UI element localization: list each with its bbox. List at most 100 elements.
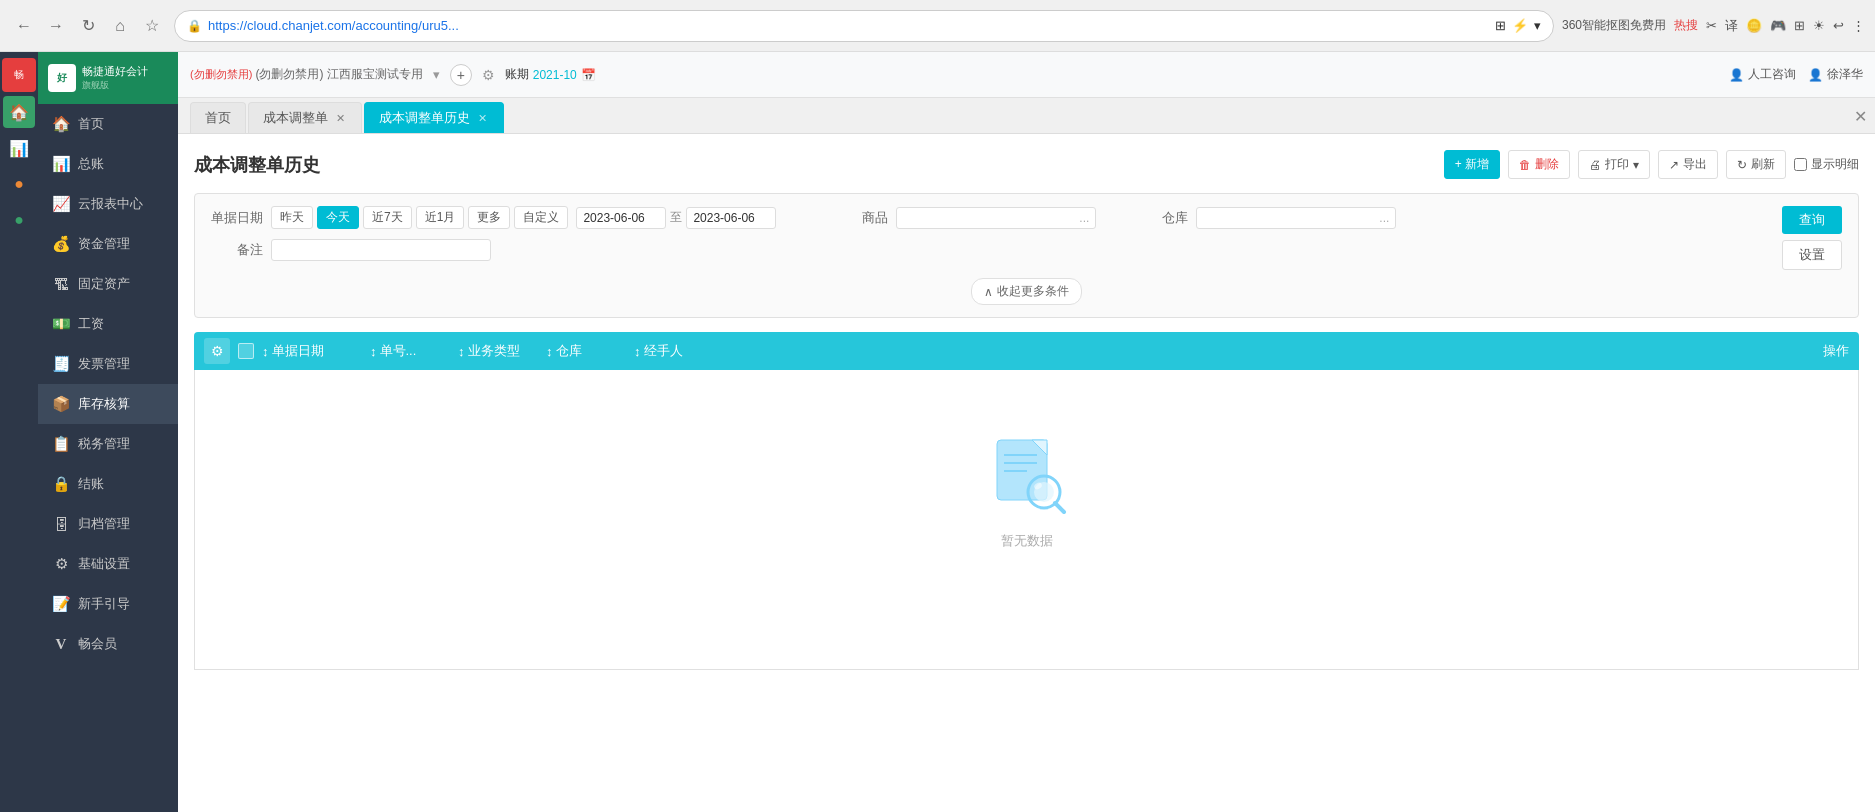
tax-icon: 📋 [52,435,70,453]
tab-cost-adjust[interactable]: 成本调整单 ✕ [248,102,362,133]
sidebar-item-closing[interactable]: 🔒 结账 [38,464,178,504]
table-toolbar: ⚙ ↕ 单据日期 ↕ 单号... ↕ 业务类型 ↕ [194,332,1859,370]
page-area: 成本调整单历史 + 新增 🗑 删除 🖨 打印 ▾ ↗ 导出 [178,134,1875,812]
query-btn[interactable]: 查询 [1782,206,1842,234]
bookmark-button[interactable]: ☆ [138,12,166,40]
undo-icon[interactable]: ↩ [1833,18,1844,33]
col-ops-label: 操作 [1799,342,1849,360]
toolbar-select-all[interactable] [238,343,254,359]
sidebar-item-guide[interactable]: 📝 新手引导 [38,584,178,624]
refresh-btn[interactable]: ↻ 刷新 [1726,150,1786,179]
icon-bar-orange[interactable]: ● [3,168,35,200]
game-icon[interactable]: 🎮 [1770,18,1786,33]
sidebar-label-closing: 结账 [78,475,104,493]
warehouse-dots[interactable]: ... [1379,211,1389,225]
icon-bar-green[interactable]: ● [3,204,35,236]
sidebar-label-inventory: 库存核算 [78,395,130,413]
sidebar-item-inventory[interactable]: 📦 库存核算 [38,384,178,424]
product-select[interactable]: ... [896,207,1096,229]
date-custom-btn[interactable]: 自定义 [514,206,568,229]
home-button[interactable]: ⌂ [106,12,134,40]
icon-bar-home[interactable]: 🏠 [3,96,35,128]
back-button[interactable]: ← [10,12,38,40]
warehouse-select[interactable]: ... [1196,207,1396,229]
closing-icon: 🔒 [52,475,70,493]
col-date-header[interactable]: ↕ 单据日期 [262,342,362,360]
filter-remark-item: 备注 [211,239,491,261]
sidebar-item-payroll[interactable]: 💵 工资 [38,304,178,344]
delete-btn[interactable]: 🗑 删除 [1508,150,1570,179]
new-btn[interactable]: + 新增 [1444,150,1500,179]
icon-bar-logo: 畅 [2,58,36,92]
reload-button[interactable]: ↻ [74,12,102,40]
company-label: (勿删勿禁用) 江西服宝测试专用 [255,67,422,81]
sidebar-label-funds: 资金管理 [78,235,130,253]
grid-icon[interactable]: ⊞ [1794,18,1805,33]
ledger-icon: 📊 [52,155,70,173]
scissors-icon[interactable]: ✂ [1706,18,1717,33]
payroll-icon: 💵 [52,315,70,333]
export-btn[interactable]: ↗ 导出 [1658,150,1718,179]
tab-bar: 首页 成本调整单 ✕ 成本调整单历史 ✕ ✕ [178,98,1875,134]
sidebar-label-settings: 基础设置 [78,555,130,573]
tab-bar-close-btn[interactable]: ✕ [1854,106,1867,125]
sidebar-item-tax[interactable]: 📋 税务管理 [38,424,178,464]
search-tool: 360智能抠图免费用 [1562,17,1666,34]
tab-cost-adjust-close[interactable]: ✕ [334,112,347,125]
col-num-header[interactable]: ↕ 单号... [370,342,450,360]
date-from-input[interactable] [576,207,666,229]
page-title: 成本调整单历史 [194,153,320,177]
menu-icon[interactable]: ⋮ [1852,18,1865,33]
settings-filter-btn[interactable]: 设置 [1782,240,1842,270]
company-name: (勿删勿禁用) (勿删勿禁用) 江西服宝测试专用 [190,66,423,83]
coin-icon[interactable]: 🪙 [1746,18,1762,33]
date-1month-btn[interactable]: 近1月 [416,206,465,229]
remark-input[interactable] [271,239,491,261]
calendar-icon[interactable]: 📅 [581,68,596,82]
tab-cost-adjust-history[interactable]: 成本调整单历史 ✕ [364,102,504,133]
tab-home[interactable]: 首页 [190,102,246,133]
show-detail-checkbox-label[interactable]: 显示明细 [1794,156,1859,173]
settings-gear-icon[interactable]: ⚙ [482,67,495,83]
filter-row-date: 单据日期 昨天 今天 近7天 近1月 更多 自定义 [211,206,1766,229]
sidebar-item-home[interactable]: 🏠 首页 [38,104,178,144]
sidebar-item-membership[interactable]: V 畅会员 [38,624,178,664]
sidebar-item-archive[interactable]: 🗄 归档管理 [38,504,178,544]
address-bar[interactable]: 🔒 https://cloud.chanjet.com/accounting/u… [174,10,1554,42]
logo-icon: 好 [48,64,76,92]
sidebar-item-reports[interactable]: 📈 云报表中心 [38,184,178,224]
sidebar-item-invoice[interactable]: 🧾 发票管理 [38,344,178,384]
date-today-btn[interactable]: 今天 [317,206,359,229]
sidebar-item-fixed-assets[interactable]: 🏗 固定资产 [38,264,178,304]
archive-icon: 🗄 [52,516,70,533]
sidebar-item-settings[interactable]: ⚙ 基础设置 [38,544,178,584]
sidebar-item-funds[interactable]: 💰 资金管理 [38,224,178,264]
date-to-input[interactable] [686,207,776,229]
collapse-btn[interactable]: ∧ 收起更多条件 [971,278,1082,305]
user-service-btn[interactable]: 👤 人工咨询 [1729,66,1796,83]
sidebar-label-payroll: 工资 [78,315,104,333]
date-7days-btn[interactable]: 近7天 [363,206,412,229]
date-yesterday-btn[interactable]: 昨天 [271,206,313,229]
show-detail-checkbox[interactable] [1794,158,1807,171]
icon-bar-stats[interactable]: 📊 [3,132,35,164]
tab-cost-adjust-history-close[interactable]: ✕ [476,112,489,125]
translate-icon[interactable]: 译 [1725,17,1738,35]
print-dropdown-icon: ▾ [1633,158,1639,172]
top-bar-left: (勿删勿禁用) (勿删勿禁用) 江西服宝测试专用 ▾ + ⚙ 账期 2021-1… [190,64,596,86]
sort-biztype-icon: ↕ [458,344,465,359]
sun-icon[interactable]: ☀ [1813,18,1825,33]
product-dots[interactable]: ... [1079,211,1089,225]
toolbar-gear-btn[interactable]: ⚙ [204,338,230,364]
user-name-btn[interactable]: 👤 徐泽华 [1808,66,1863,83]
col-biztype-header[interactable]: ↕ 业务类型 [458,342,538,360]
col-person-header[interactable]: ↕ 经手人 [634,342,714,360]
company-dropdown-icon[interactable]: ▾ [433,67,440,82]
add-company-btn[interactable]: + [450,64,472,86]
forward-button[interactable]: → [42,12,70,40]
browser-expand-icon: ⊞ [1495,18,1506,33]
date-more-btn[interactable]: 更多 [468,206,510,229]
col-warehouse-header[interactable]: ↕ 仓库 [546,342,626,360]
sidebar-item-ledger[interactable]: 📊 总账 [38,144,178,184]
print-btn[interactable]: 🖨 打印 ▾ [1578,150,1650,179]
